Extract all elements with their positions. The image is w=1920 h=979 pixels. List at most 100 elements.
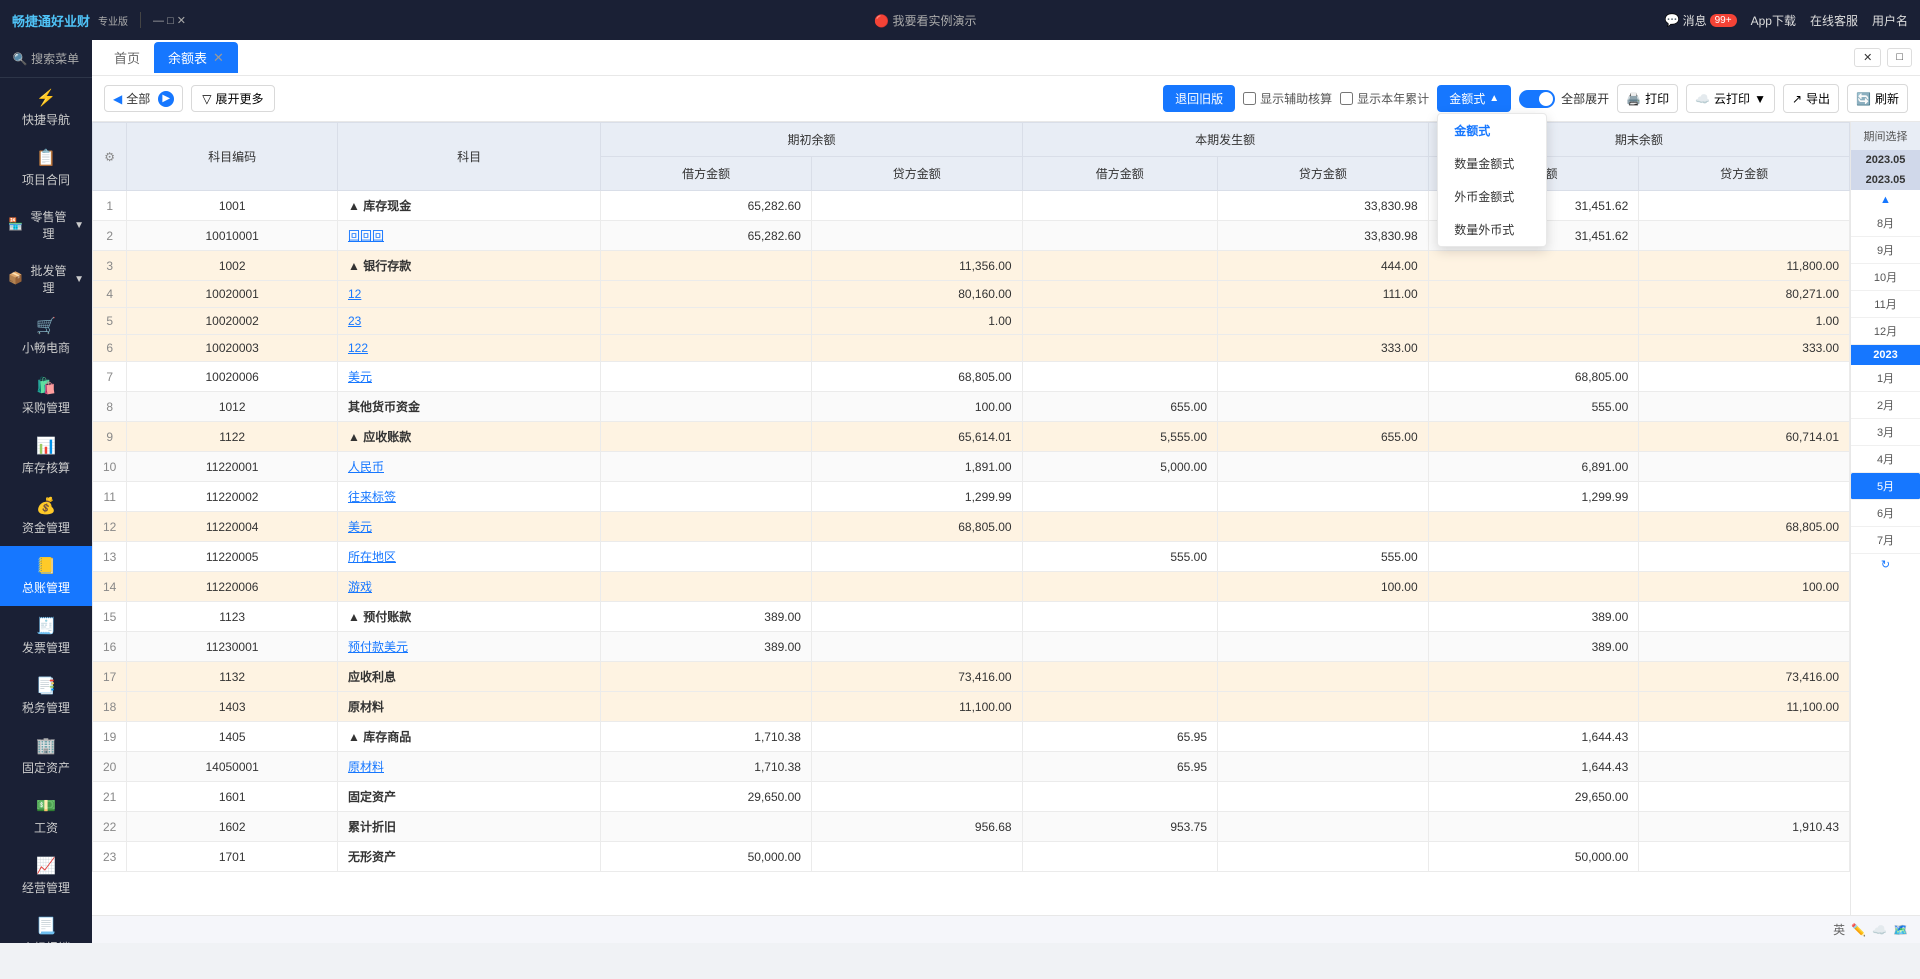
period-month-3[interactable]: 3月: [1851, 419, 1920, 446]
map-icon[interactable]: 🗺️: [1893, 923, 1908, 937]
sidebar-search[interactable]: 🔍 搜索菜单: [0, 40, 92, 78]
sidebar-item-wholesale[interactable]: 📦 批发管理 ▼: [0, 252, 92, 306]
refresh-btn[interactable]: 🔄 刷新: [1847, 84, 1908, 113]
account-name[interactable]: 所在地区: [337, 542, 600, 572]
cloud-print-btn[interactable]: ☁️ 云打印 ▼: [1686, 84, 1775, 113]
account-name[interactable]: 累计折旧: [337, 812, 600, 842]
return-old-btn[interactable]: 退回旧版: [1163, 85, 1235, 112]
account-code: 1132: [127, 662, 338, 692]
account-name[interactable]: ▲ 库存商品: [337, 722, 600, 752]
edit-icon[interactable]: ✏️: [1851, 923, 1866, 937]
account-name[interactable]: 原材料: [337, 752, 600, 782]
pd-credit: 555.00: [1218, 542, 1429, 572]
minimize-btn[interactable]: ✕: [1854, 48, 1881, 67]
account-name[interactable]: 23: [337, 308, 600, 335]
period-month-8[interactable]: 8月: [1851, 210, 1920, 237]
account-name[interactable]: 预付款美元: [337, 632, 600, 662]
period-month-6[interactable]: 6月: [1851, 500, 1920, 527]
show-ytd-checkbox[interactable]: [1340, 92, 1353, 105]
tab-balance[interactable]: 余额表 ✕: [154, 42, 238, 73]
account-name[interactable]: 美元: [337, 512, 600, 542]
account-name[interactable]: 往来标签: [337, 482, 600, 512]
sidebar-item-nav[interactable]: ⚡ 快捷导航: [0, 78, 92, 138]
account-name[interactable]: 美元: [337, 362, 600, 392]
top-bar-center[interactable]: 🔴 我要看实例演示: [874, 12, 976, 29]
sidebar-item-assets[interactable]: 🏢 固定资产: [0, 726, 92, 786]
show-assist-checkbox[interactable]: [1243, 92, 1256, 105]
sidebar-item-salary[interactable]: 💵 工资: [0, 786, 92, 846]
period-nav-down[interactable]: ↻: [1851, 554, 1920, 575]
demo-link[interactable]: 🔴 我要看实例演示: [874, 12, 976, 29]
period-month-11[interactable]: 11月: [1851, 291, 1920, 318]
sidebar-item-tax[interactable]: 📑 税务管理: [0, 666, 92, 726]
account-name[interactable]: 其他货币资金: [337, 392, 600, 422]
sidebar-item-capital[interactable]: 💰 资金管理: [0, 486, 92, 546]
sidebar-item-operations[interactable]: 📈 经营管理: [0, 846, 92, 906]
account-name[interactable]: 原材料: [337, 692, 600, 722]
period-month-12[interactable]: 12月: [1851, 318, 1920, 345]
account-name[interactable]: 应收利息: [337, 662, 600, 692]
sidebar-item-inventory[interactable]: 📊 库存核算: [0, 426, 92, 486]
account-name[interactable]: ▲ 预付账款: [337, 602, 600, 632]
print-label: 打印: [1645, 90, 1669, 107]
amount-mode-btn[interactable]: 金额式 ▲: [1437, 85, 1511, 112]
period-month-7[interactable]: 7月: [1851, 527, 1920, 554]
period-month-2[interactable]: 2月: [1851, 392, 1920, 419]
account-name[interactable]: 固定资产: [337, 782, 600, 812]
sidebar-item-project[interactable]: 📋 项目合同: [0, 138, 92, 198]
account-name[interactable]: 12: [337, 281, 600, 308]
account-name[interactable]: ▲ 库存现金: [337, 191, 600, 221]
cl-debit: [1428, 572, 1639, 602]
account-name[interactable]: ▲ 银行存款: [337, 251, 600, 281]
cloud-sync-icon[interactable]: ☁️: [1872, 923, 1887, 937]
tab-home[interactable]: 首页: [100, 42, 154, 73]
amount-dropdown-menu: 金额式 数量金额式 外币金额式 数量外币式: [1437, 113, 1547, 247]
filter-arrow-btn[interactable]: ▶: [158, 91, 174, 107]
account-name[interactable]: ▲ 应收账款: [337, 422, 600, 452]
user-info[interactable]: 用户名: [1872, 12, 1908, 29]
settings-th[interactable]: ⚙: [93, 123, 127, 191]
pd-debit: [1022, 692, 1217, 722]
app-download-btn[interactable]: App下载: [1751, 12, 1796, 29]
period-month-4[interactable]: 4月: [1851, 446, 1920, 473]
tab-close-btn[interactable]: ✕: [213, 50, 224, 66]
sidebar-item-invoice[interactable]: 🧾 发票管理: [0, 606, 92, 666]
sidebar-item-purchase[interactable]: 🛍️ 采购管理: [0, 366, 92, 426]
row-number: 17: [93, 662, 127, 692]
sidebar-item-retail[interactable]: 🏪 零售管理 ▼: [0, 198, 92, 252]
print-btn[interactable]: 🖨️ 打印: [1617, 84, 1678, 113]
dropdown-item-qty-amount[interactable]: 数量金额式: [1438, 147, 1546, 180]
sidebar-item-ledger[interactable]: 📒 总账管理: [0, 546, 92, 606]
cl-credit: [1639, 191, 1850, 221]
period-month-9[interactable]: 9月: [1851, 237, 1920, 264]
sidebar-item-ecommerce[interactable]: 🛒 小畅电商: [0, 306, 92, 366]
account-name[interactable]: 无形资产: [337, 842, 600, 872]
lang-icon[interactable]: 英: [1833, 921, 1845, 938]
period-month-5[interactable]: 5月: [1851, 473, 1920, 500]
account-name[interactable]: 人民币: [337, 452, 600, 482]
dropdown-item-amount[interactable]: 金额式: [1438, 114, 1546, 147]
account-name[interactable]: 回回回: [337, 221, 600, 251]
toggle-btn[interactable]: [1519, 90, 1555, 108]
pd-debit: [1022, 662, 1217, 692]
export-btn[interactable]: ↗ 导出: [1783, 84, 1839, 113]
message-btn[interactable]: 💬 消息 99+: [1665, 12, 1737, 29]
expand-more-btn[interactable]: ▽ 展开更多: [191, 85, 274, 112]
sidebar-invoice-label: 发票管理: [22, 641, 70, 655]
op-credit: 1,891.00: [811, 452, 1022, 482]
maximize-btn[interactable]: □: [1887, 48, 1912, 67]
sidebar-item-reports[interactable]: 📃 小畅报销: [0, 906, 92, 943]
pd-credit: [1218, 362, 1429, 392]
top-bar-right: 💬 消息 99+ App下载 在线客服 用户名: [1665, 12, 1908, 29]
table-settings-icon[interactable]: ⚙: [104, 150, 115, 164]
online-service-btn[interactable]: 在线客服: [1810, 12, 1858, 29]
dropdown-item-qty-foreign[interactable]: 数量外币式: [1438, 213, 1546, 246]
account-name[interactable]: 122: [337, 335, 600, 362]
row-number: 22: [93, 812, 127, 842]
account-name[interactable]: 游戏: [337, 572, 600, 602]
period-month-10[interactable]: 10月: [1851, 264, 1920, 291]
period-nav-up[interactable]: ▲: [1851, 190, 1920, 210]
divider: [140, 12, 141, 28]
dropdown-item-foreign-amount[interactable]: 外币金额式: [1438, 180, 1546, 213]
period-month-1[interactable]: 1月: [1851, 365, 1920, 392]
